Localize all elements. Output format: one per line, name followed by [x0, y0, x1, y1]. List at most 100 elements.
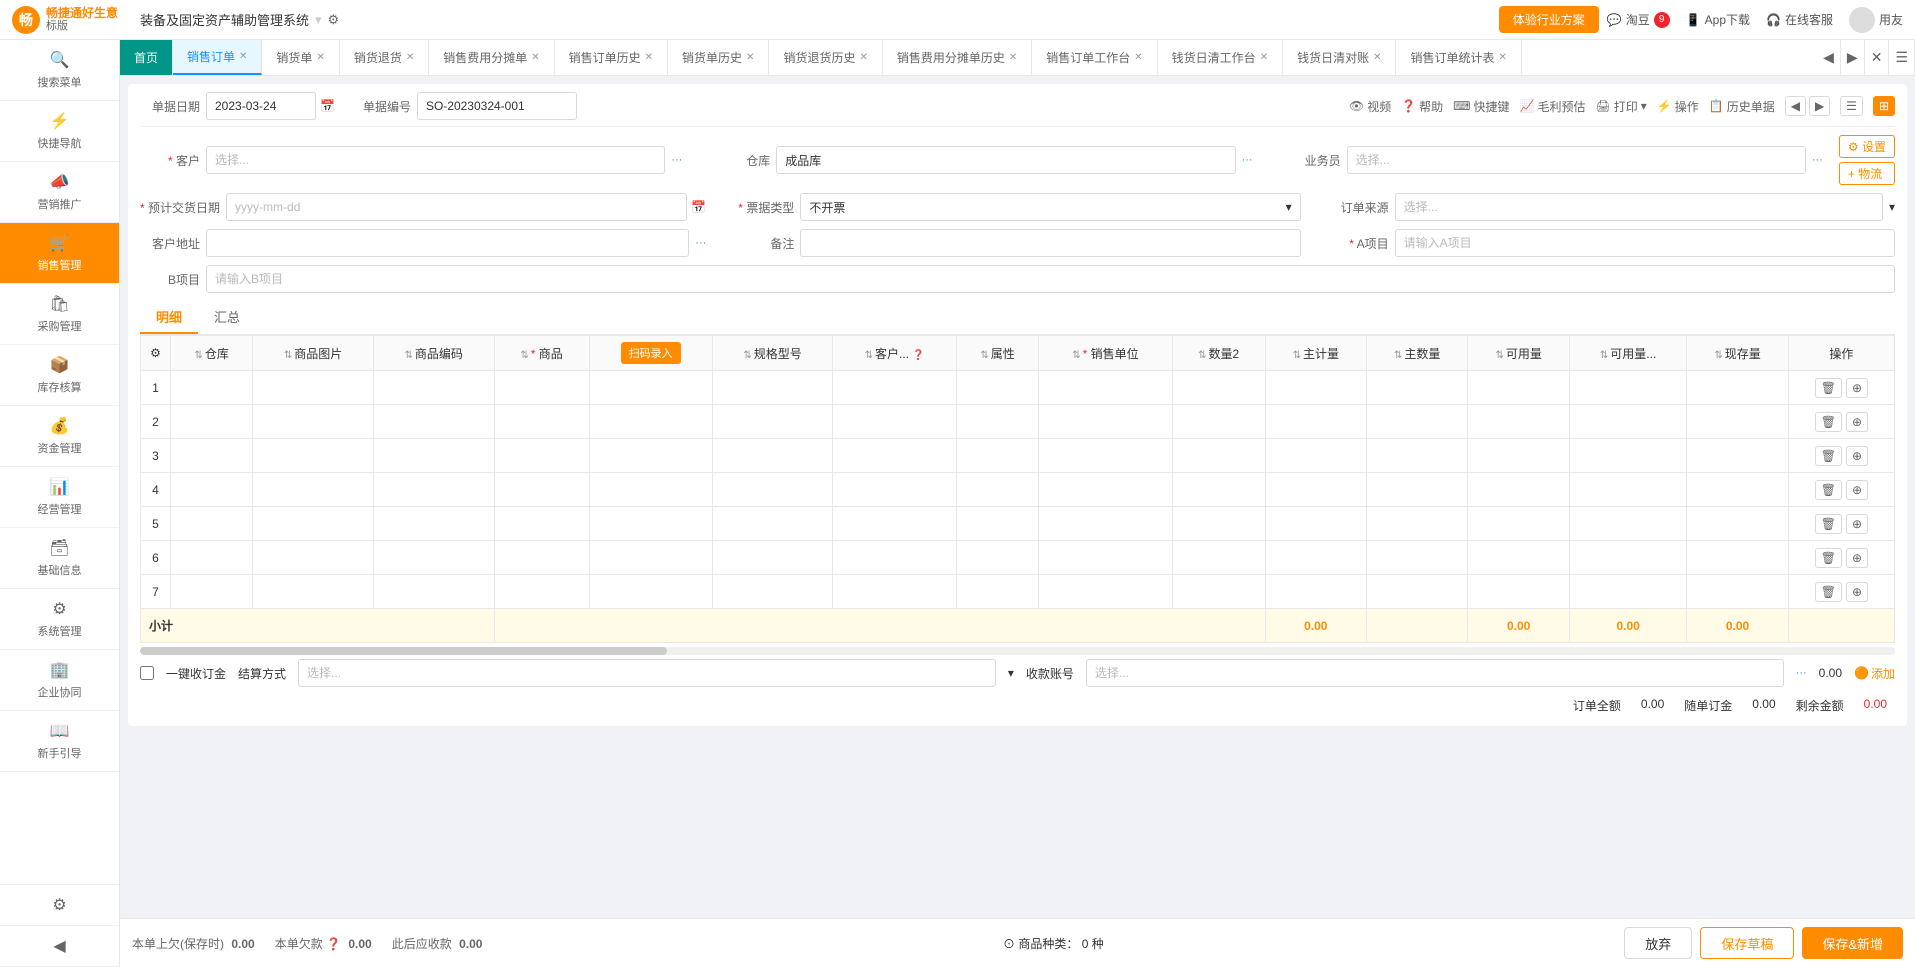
help-action[interactable]: ❓ 帮助: [1401, 98, 1443, 115]
row-attribute-6[interactable]: [956, 541, 1038, 575]
unit-sort[interactable]: 销售单位: [1072, 347, 1138, 361]
row-spec-5[interactable]: [712, 507, 833, 541]
row-customer-code-7[interactable]: [833, 575, 957, 609]
user-item[interactable]: 用友: [1849, 7, 1903, 33]
col-settings[interactable]: ⚙: [141, 336, 171, 371]
operation-action[interactable]: ⚡ 操作: [1657, 98, 1699, 115]
tab-close-order-workbench[interactable]: ✕: [1134, 52, 1142, 63]
calendar-icon[interactable]: 📅: [320, 99, 335, 113]
row-warehouse-6[interactable]: [171, 541, 253, 575]
sidebar-item-guide[interactable]: 📖新手引导: [0, 711, 119, 772]
customer-input[interactable]: [206, 146, 665, 174]
row-delete-btn-7[interactable]: 🗑: [1815, 582, 1842, 602]
staff-more-btn[interactable]: ···: [1812, 154, 1823, 166]
row-product-2[interactable]: [494, 405, 589, 439]
main-unit-sort[interactable]: 主计量: [1293, 347, 1339, 361]
sidebar-item-system[interactable]: ⚙系统管理: [0, 589, 119, 650]
row-product-5[interactable]: [494, 507, 589, 541]
row-spec-7[interactable]: [712, 575, 833, 609]
customer-more-btn[interactable]: ···: [671, 154, 682, 166]
row-copy-btn-1[interactable]: ⊕: [1846, 378, 1868, 398]
tab-order-workbench[interactable]: 销售订单工作台✕: [1032, 40, 1157, 75]
row-warehouse-2[interactable]: [171, 405, 253, 439]
row-qty2-4[interactable]: [1172, 473, 1265, 507]
scan-btn[interactable]: 扫码录入: [621, 342, 681, 364]
toolbar-next-btn[interactable]: ▶: [1809, 96, 1830, 116]
profit-action[interactable]: 📈 毛利预估: [1520, 98, 1586, 115]
row-main-qty-2[interactable]: [1367, 405, 1468, 439]
delivery-date-input[interactable]: [226, 193, 687, 221]
row-warehouse-1[interactable]: [171, 371, 253, 405]
tab-close-sales-order[interactable]: ✕: [239, 51, 247, 62]
spec-sort[interactable]: 规格型号: [743, 347, 801, 361]
main-qty-sort[interactable]: 主数量: [1394, 347, 1440, 361]
tab-daily-clear[interactable]: 钱货日清工作台✕: [1158, 40, 1283, 75]
row-customer-code-3[interactable]: [833, 439, 957, 473]
solution-button[interactable]: 体验行业方案: [1499, 6, 1599, 33]
row-unit-7[interactable]: [1039, 575, 1172, 609]
row-spec-6[interactable]: [712, 541, 833, 575]
stock-sort[interactable]: 现存量: [1714, 347, 1760, 361]
invoice-type-display[interactable]: 不开票 ▾: [800, 193, 1300, 221]
row-delete-btn-5[interactable]: 🗑: [1815, 514, 1842, 534]
tab-prev-button[interactable]: ◀: [1817, 40, 1841, 75]
row-unit-1[interactable]: [1039, 371, 1172, 405]
row-warehouse-3[interactable]: [171, 439, 253, 473]
row-main-qty-3[interactable]: [1367, 439, 1468, 473]
history-action[interactable]: 📋 历史单据: [1709, 98, 1775, 115]
sidebar-item-quick[interactable]: ⚡快捷导航: [0, 101, 119, 162]
project-a-input[interactable]: [1395, 229, 1895, 257]
toolbar-grid-btn[interactable]: ☰: [1840, 96, 1863, 116]
row-spec-2[interactable]: [712, 405, 833, 439]
tab-home[interactable]: 首页: [120, 40, 173, 75]
row-customer-code-5[interactable]: [833, 507, 957, 541]
row-code-5[interactable]: [373, 507, 494, 541]
question-icon2[interactable]: ❓: [326, 937, 341, 951]
row-code-3[interactable]: [373, 439, 494, 473]
preview-action[interactable]: 👁 视频: [1349, 98, 1391, 115]
row-qty2-7[interactable]: [1172, 575, 1265, 609]
tab-close-order-history[interactable]: ✕: [645, 52, 653, 63]
available2-sort[interactable]: 可用量...: [1600, 347, 1656, 361]
row-copy-btn-5[interactable]: ⊕: [1846, 514, 1868, 534]
sidebar-item-sales[interactable]: 🛒销售管理: [0, 223, 119, 284]
row-customer-code-6[interactable]: [833, 541, 957, 575]
toolbar-expand-btn[interactable]: ⊞: [1873, 96, 1895, 116]
row-product-6[interactable]: [494, 541, 589, 575]
tab-sales-return[interactable]: 销货单✕: [262, 40, 339, 75]
tab-close-daily-check[interactable]: ✕: [1373, 52, 1381, 63]
row-warehouse-7[interactable]: [171, 575, 253, 609]
row-attribute-2[interactable]: [956, 405, 1038, 439]
shortcut-action[interactable]: ⌨ 快捷键: [1453, 98, 1509, 115]
tab-summary[interactable]: 汇总: [198, 301, 256, 334]
tab-daily-check[interactable]: 钱货日清对账✕: [1283, 40, 1396, 75]
row-code-4[interactable]: [373, 473, 494, 507]
row-main-qty-5[interactable]: [1367, 507, 1468, 541]
tab-close-expense-history[interactable]: ✕: [1009, 52, 1017, 63]
image-sort[interactable]: 商品图片: [284, 347, 342, 361]
address-input[interactable]: [206, 229, 689, 257]
address-more-btn[interactable]: ···: [695, 237, 706, 249]
row-attribute-7[interactable]: [956, 575, 1038, 609]
row-spec-1[interactable]: [712, 371, 833, 405]
row-spec-4[interactable]: [712, 473, 833, 507]
row-warehouse-4[interactable]: [171, 473, 253, 507]
add-logistics-btn[interactable]: + 物流: [1839, 162, 1895, 185]
tab-detail[interactable]: 明细: [140, 301, 198, 334]
sidebar-item-finance[interactable]: 💰资金管理: [0, 406, 119, 467]
project-b-input[interactable]: [206, 265, 1895, 293]
tab-close-return-history[interactable]: ✕: [746, 52, 754, 63]
online-service-item[interactable]: 🎧 在线客服: [1766, 11, 1833, 28]
tab-return-history[interactable]: 销货单历史✕: [668, 40, 769, 75]
row-attribute-1[interactable]: [956, 371, 1038, 405]
code-sort[interactable]: 商品编码: [405, 347, 463, 361]
doc-no-input[interactable]: [417, 92, 577, 120]
settings-btn[interactable]: ⚙ 设置: [1839, 135, 1895, 158]
row-qty2-3[interactable]: [1172, 439, 1265, 473]
tab-menu-button[interactable]: ☰: [1889, 40, 1915, 75]
row-attribute-4[interactable]: [956, 473, 1038, 507]
staff-input[interactable]: [1347, 146, 1806, 174]
row-copy-btn-3[interactable]: ⊕: [1846, 446, 1868, 466]
row-delete-btn-6[interactable]: 🗑: [1815, 548, 1842, 568]
row-main-qty-4[interactable]: [1367, 473, 1468, 507]
